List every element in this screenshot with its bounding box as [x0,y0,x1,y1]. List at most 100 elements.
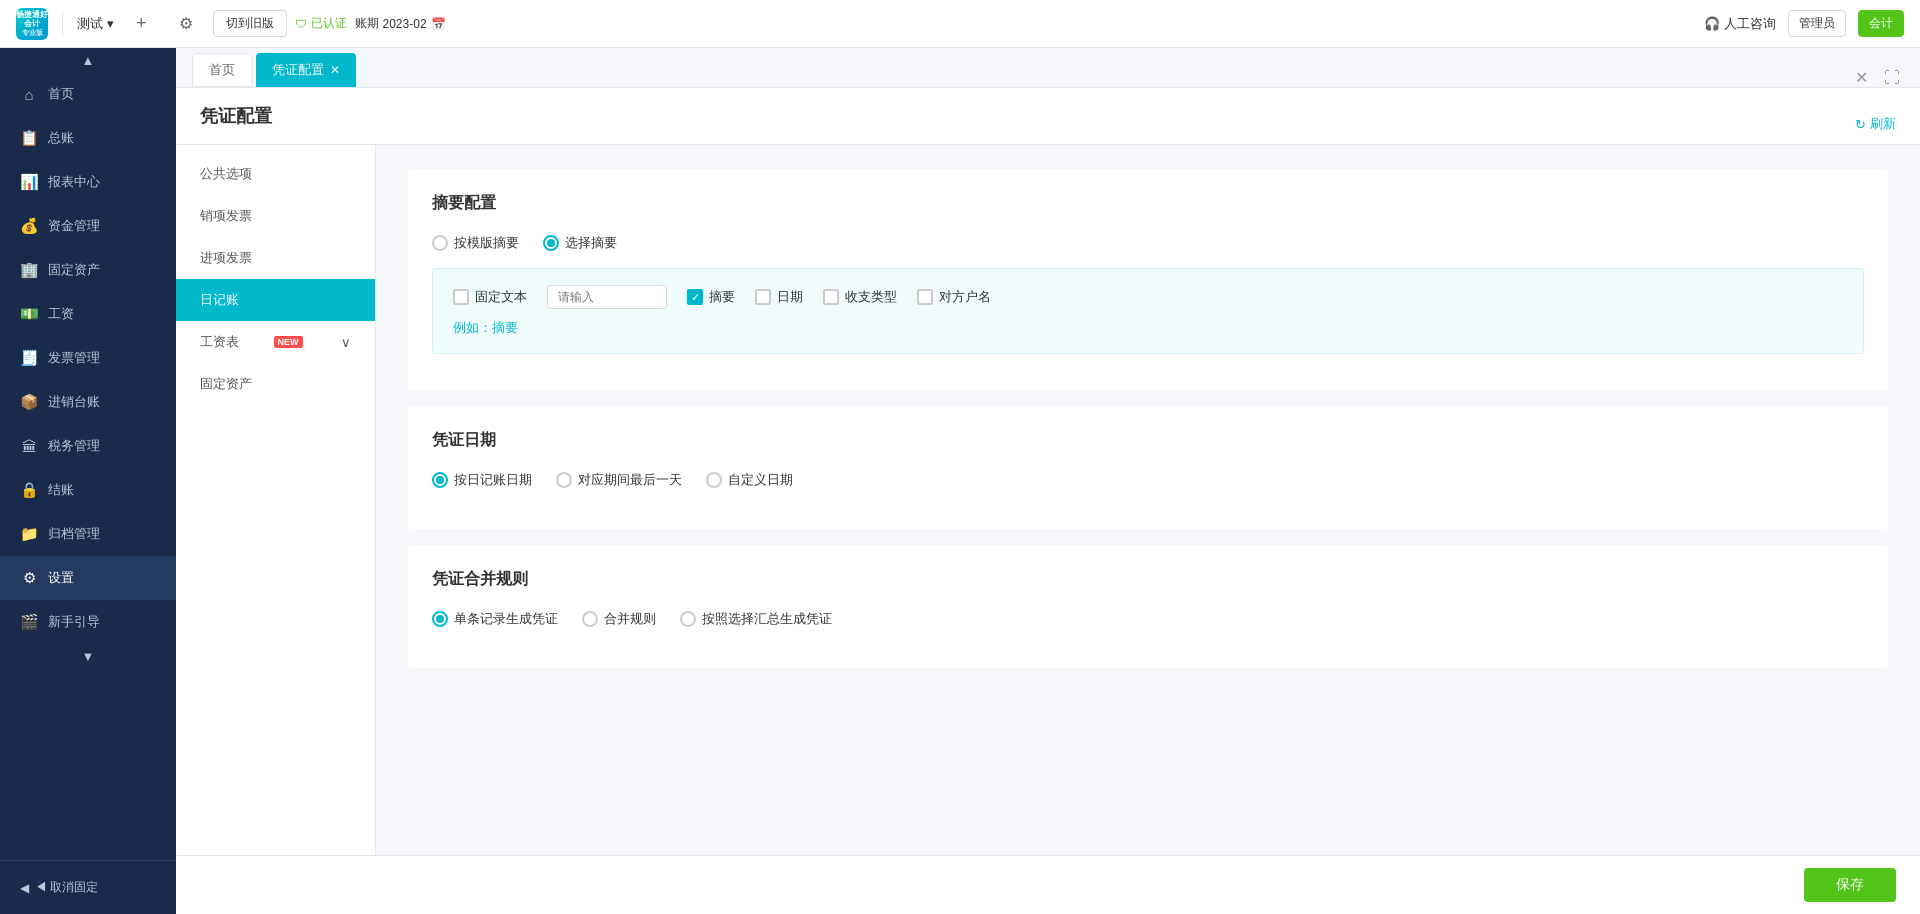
sidebar-label-tax: 税务管理 [48,437,100,455]
nav-item-salary-table[interactable]: 工资表 NEW ∨ [176,321,375,363]
date-section: 凭证日期 按日记账日期 对应期间最后一天 [408,406,1888,529]
logo-text-main: 畅捷通好会计 [16,10,48,29]
radio-circle-journal [432,472,448,488]
settings-nav-icon: ⚙ [20,569,38,587]
checkbox-date[interactable]: 日期 [755,288,803,306]
archive-icon: 📁 [20,525,38,543]
pin-icon: ◀ [20,881,29,895]
company-logo-area[interactable]: 畅捷通好会计 专业版 [16,8,48,40]
radio-circle-template [432,235,448,251]
checkbox-summary[interactable]: 摘要 [687,288,735,306]
sidebar-item-ledger[interactable]: 📋 总账 [0,116,176,160]
sidebar-item-home[interactable]: ⌂ 首页 [0,72,176,116]
sidebar-item-archive[interactable]: 📁 归档管理 [0,512,176,556]
calendar-icon[interactable]: 📅 [431,17,446,31]
manager-button[interactable]: 管理员 [1788,10,1846,37]
sidebar-item-salary[interactable]: 💵 工资 [0,292,176,336]
merge-radio-single[interactable]: 单条记录生成凭证 [432,610,558,628]
checkbox-fixed-text[interactable]: 固定文本 [453,288,527,306]
sidebar-item-guide[interactable]: 🎬 新手引导 [0,600,176,644]
switch-old-button[interactable]: 切到旧版 [213,10,287,37]
nav-label-journal: 日记账 [200,291,239,309]
content-area: 首页 凭证配置 ✕ ✕ ⛶ 凭证配置 ↻ 刷新 [176,48,1920,914]
checkbox-box-summary [687,289,703,305]
sidebar-item-assets[interactable]: 🏢 固定资产 [0,248,176,292]
date-radio-custom[interactable]: 自定义日期 [706,471,793,489]
sidebar-item-capital[interactable]: 💰 资金管理 [0,204,176,248]
sidebar-label-close: 结账 [48,481,74,499]
sidebar-label-trade: 进销台账 [48,393,100,411]
pin-toggle[interactable]: ◀ ◀ 取消固定 [0,871,176,904]
date-radio-group: 按日记账日期 对应期间最后一天 自定义日期 [432,471,1864,489]
merge-radio-select-merge[interactable]: 按照选择汇总生成凭证 [680,610,832,628]
sidebar-item-close[interactable]: 🔒 结账 [0,468,176,512]
summary-radio-template[interactable]: 按模版摘要 [432,234,519,252]
merge-radio-rules[interactable]: 合并规则 [582,610,656,628]
new-badge: NEW [274,336,303,348]
nav-item-journal[interactable]: 日记账 [176,279,375,321]
summary-options-row: 固定文本 摘要 日期 [453,285,1843,309]
add-button[interactable]: + [124,9,159,38]
sidebar-item-invoice[interactable]: 🧾 发票管理 [0,336,176,380]
radio-label-select-merge: 按照选择汇总生成凭证 [702,610,832,628]
example-text: 例如：摘要 [453,319,1843,337]
summary-radio-group: 按模版摘要 选择摘要 [432,234,1864,252]
sidebar-label-invoice: 发票管理 [48,349,100,367]
nav-label-fixed-assets: 固定资产 [200,375,252,393]
fixed-text-input[interactable] [547,285,667,309]
checkbox-counterparty[interactable]: 对方户名 [917,288,991,306]
nav-item-public[interactable]: 公共选项 [176,153,375,195]
sidebar-label-archive: 归档管理 [48,525,100,543]
sidebar-label-home: 首页 [48,85,74,103]
checkbox-income-type[interactable]: 收支类型 [823,288,897,306]
date-radio-journal[interactable]: 按日记账日期 [432,471,532,489]
refresh-button[interactable]: ↻ 刷新 [1855,115,1896,133]
checkbox-label-counterparty: 对方户名 [939,288,991,306]
tax-icon: 🏛 [20,437,38,455]
close-window-button[interactable]: ✕ [1851,68,1872,87]
nav-item-fixed-assets[interactable]: 固定资产 [176,363,375,405]
radio-circle-select [543,235,559,251]
sidebar-item-trade[interactable]: 📦 进销台账 [0,380,176,424]
company-selector[interactable]: 测试 ▾ [77,15,114,33]
date-radio-period-last[interactable]: 对应期间最后一天 [556,471,682,489]
verified-label: 已认证 [311,15,347,32]
capital-icon: 💰 [20,217,38,235]
radio-circle-select-merge [680,611,696,627]
sidebar-item-settings[interactable]: ⚙ 设置 [0,556,176,600]
refresh-icon: ↻ [1855,117,1866,132]
inner-layout: 公共选项 销项发票 进项发票 日记账 工资表 NEW ∨ [176,145,1920,855]
invoice-icon: 🧾 [20,349,38,367]
settings-button[interactable]: ⚙ [167,10,205,37]
tab-home[interactable]: 首页 [192,53,252,87]
save-button[interactable]: 保存 [1804,868,1896,902]
left-nav: 公共选项 销项发票 进项发票 日记账 工资表 NEW ∨ [176,145,376,855]
report-icon: 📊 [20,173,38,191]
service-button[interactable]: 🎧 人工咨询 [1704,15,1776,33]
sidebar-item-report[interactable]: 📊 报表中心 [0,160,176,204]
checkbox-box-income-type [823,289,839,305]
sidebar-item-tax[interactable]: 🏛 税务管理 [0,424,176,468]
expand-window-button[interactable]: ⛶ [1880,69,1904,87]
checkbox-label-summary: 摘要 [709,288,735,306]
nav-label-salary-table: 工资表 [200,333,239,351]
sidebar-label-salary: 工资 [48,305,74,323]
sidebar-scroll-up[interactable]: ▲ [0,48,176,72]
window-controls: ✕ ⛶ [1851,68,1904,87]
accountant-button[interactable]: 会计 [1858,10,1904,37]
nav-item-purchase-invoice[interactable]: 进项发票 [176,237,375,279]
merge-title: 凭证合并规则 [432,569,1864,590]
expand-icon: ∨ [341,335,351,350]
topbar-divider-1 [62,12,63,36]
logo-text-sub: 专业版 [16,29,48,37]
summary-radio-select[interactable]: 选择摘要 [543,234,617,252]
sidebar-scroll-down[interactable]: ▼ [0,644,176,668]
nav-item-sales-invoice[interactable]: 销项发票 [176,195,375,237]
radio-circle-rules [582,611,598,627]
tab-close-voucher[interactable]: ✕ [330,63,340,77]
nav-label-purchase-invoice: 进项发票 [200,249,252,267]
nav-label-public: 公共选项 [200,165,252,183]
tab-voucher-config[interactable]: 凭证配置 ✕ [256,53,356,87]
period-label: 账期 [355,15,379,32]
nav-label-sales-invoice: 销项发票 [200,207,252,225]
